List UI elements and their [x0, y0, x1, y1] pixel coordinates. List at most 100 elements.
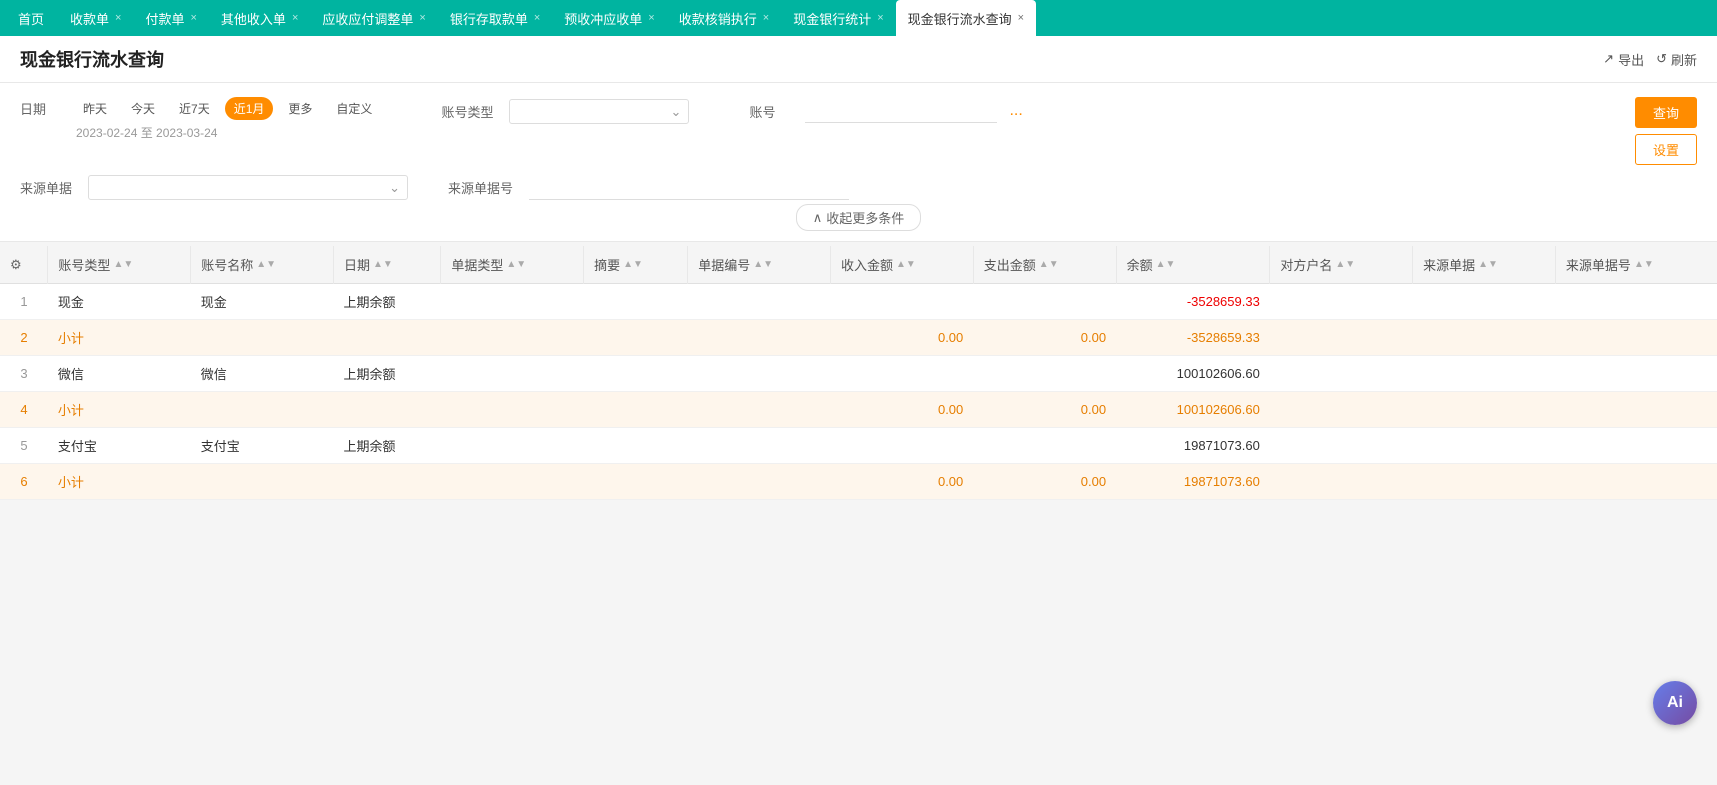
col-header-balance[interactable]: 余额▲▼ — [1116, 246, 1270, 284]
col-header-settings: ⚙ — [0, 246, 48, 284]
cell-date — [334, 464, 441, 500]
col-label-doc_no: 单据编号 — [698, 255, 750, 274]
nav-tab-收款单[interactable]: 收款单× — [58, 0, 133, 36]
col-header-source_doc[interactable]: 来源单据▲▼ — [1413, 246, 1556, 284]
top-navigation: 首页 收款单×付款单×其他收入单×应收应付调整单×银行存取款单×预收冲应收单×收… — [0, 0, 1717, 36]
refresh-icon: ↺ — [1656, 51, 1667, 67]
sort-icon-expense: ▲▼ — [1039, 260, 1059, 270]
tab-close-icon[interactable]: × — [1018, 12, 1024, 24]
cell-expense: 0.00 — [973, 320, 1116, 356]
source-doc-select[interactable] — [88, 175, 408, 200]
table-header: ⚙账号类型▲▼账号名称▲▼日期▲▼单据类型▲▼摘要▲▼单据编号▲▼收入金额▲▼支… — [0, 246, 1717, 284]
cell-source_doc — [1413, 464, 1556, 500]
nav-tab-银行存取款单[interactable]: 银行存取款单× — [438, 0, 552, 36]
date-option-近1月[interactable]: 近1月 — [225, 97, 274, 120]
tab-close-icon[interactable]: × — [648, 12, 654, 24]
nav-tab-应收应付调整单[interactable]: 应收应付调整单× — [310, 0, 437, 36]
cell-doc_type — [441, 392, 584, 428]
account-type-label: 账号类型 — [441, 102, 493, 121]
settings-button[interactable]: 设置 — [1635, 134, 1697, 165]
ai-badge[interactable]: Ai — [1653, 681, 1697, 725]
nav-tab-其他收入单[interactable]: 其他收入单× — [209, 0, 310, 36]
cell-date — [334, 320, 441, 356]
cell-num: 5 — [0, 428, 48, 464]
cell-source_doc_no — [1555, 356, 1717, 392]
cell-expense — [973, 284, 1116, 320]
account-type-select[interactable] — [509, 99, 689, 124]
cell-source_doc — [1413, 284, 1556, 320]
cell-doc_type — [441, 464, 584, 500]
source-doc-label: 来源单据 — [20, 178, 72, 197]
col-header-expense[interactable]: 支出金额▲▼ — [973, 246, 1116, 284]
col-label-date: 日期 — [344, 255, 370, 274]
date-option-近7天[interactable]: 近7天 — [170, 97, 219, 120]
cell-account_type: 现金 — [48, 284, 191, 320]
cell-doc_type — [441, 284, 584, 320]
nav-tab-现金银行统计[interactable]: 现金银行统计× — [781, 0, 895, 36]
date-option-更多[interactable]: 更多 — [279, 97, 321, 120]
tab-close-icon[interactable]: × — [292, 12, 298, 24]
cell-income: 0.00 — [830, 392, 973, 428]
source-doc-no-label: 来源单据号 — [448, 178, 513, 197]
col-label-counterparty: 对方户名 — [1280, 255, 1332, 274]
query-button[interactable]: 查询 — [1635, 97, 1697, 128]
sort-icon-doc_type: ▲▼ — [506, 260, 526, 270]
tab-close-icon[interactable]: × — [419, 12, 425, 24]
cell-account_name: 微信 — [191, 356, 334, 392]
cell-counterparty — [1270, 284, 1413, 320]
table-row: 6小计0.000.0019871073.60 — [0, 464, 1717, 500]
tab-close-icon[interactable]: × — [763, 12, 769, 24]
cell-balance: 19871073.60 — [1116, 464, 1270, 500]
export-button[interactable]: ↗ 导出 — [1603, 50, 1644, 69]
nav-tab-预收冲应收单[interactable]: 预收冲应收单× — [552, 0, 666, 36]
date-option-自定义[interactable]: 自定义 — [327, 97, 381, 120]
cell-summary — [584, 464, 688, 500]
nav-home[interactable]: 首页 — [4, 0, 58, 36]
cell-counterparty — [1270, 392, 1413, 428]
cell-summary — [584, 428, 688, 464]
source-doc-no-input[interactable] — [529, 176, 849, 200]
main-table: ⚙账号类型▲▼账号名称▲▼日期▲▼单据类型▲▼摘要▲▼单据编号▲▼收入金额▲▼支… — [0, 246, 1717, 500]
table-body: 1现金现金上期余额-3528659.332小计0.000.00-3528659.… — [0, 284, 1717, 500]
tab-close-icon[interactable]: × — [877, 12, 883, 24]
account-input[interactable] — [805, 99, 997, 123]
tab-close-icon[interactable]: × — [115, 12, 121, 24]
col-header-doc_no[interactable]: 单据编号▲▼ — [688, 246, 831, 284]
col-label-source_doc: 来源单据 — [1423, 255, 1475, 274]
cell-doc_no — [688, 320, 831, 356]
tab-close-icon[interactable]: × — [190, 12, 196, 24]
table-settings-icon[interactable]: ⚙ — [10, 257, 22, 272]
filter-area: 日期 昨天今天近7天近1月更多自定义 2023-02-24 至 2023-03-… — [0, 83, 1717, 242]
col-header-income[interactable]: 收入金额▲▼ — [830, 246, 973, 284]
collapse-button[interactable]: ∧ 收起更多条件 — [796, 204, 922, 231]
nav-tab-收款核销执行[interactable]: 收款核销执行× — [667, 0, 781, 36]
col-header-doc_type[interactable]: 单据类型▲▼ — [441, 246, 584, 284]
col-header-date[interactable]: 日期▲▼ — [334, 246, 441, 284]
date-option-昨天[interactable]: 昨天 — [74, 97, 116, 120]
cell-source_doc — [1413, 356, 1556, 392]
tab-close-icon[interactable]: × — [534, 12, 540, 24]
account-dots-button[interactable]: ... — [1009, 102, 1022, 120]
cell-account_name: 现金 — [191, 284, 334, 320]
cell-account_name — [191, 320, 334, 356]
date-option-今天[interactable]: 今天 — [122, 97, 164, 120]
col-label-balance: 余额 — [1127, 255, 1153, 274]
col-header-summary[interactable]: 摘要▲▼ — [584, 246, 688, 284]
source-doc-select-wrapper — [88, 175, 408, 200]
col-header-counterparty[interactable]: 对方户名▲▼ — [1270, 246, 1413, 284]
cell-num: 4 — [0, 392, 48, 428]
cell-counterparty — [1270, 320, 1413, 356]
cell-balance: -3528659.33 — [1116, 284, 1270, 320]
refresh-button[interactable]: ↺ 刷新 — [1656, 50, 1697, 69]
nav-tab-现金银行流水查询[interactable]: 现金银行流水查询× — [896, 0, 1036, 36]
cell-doc_no — [688, 428, 831, 464]
col-header-account_name[interactable]: 账号名称▲▼ — [191, 246, 334, 284]
col-header-source_doc_no[interactable]: 来源单据号▲▼ — [1555, 246, 1717, 284]
cell-account_type: 微信 — [48, 356, 191, 392]
nav-tab-付款单[interactable]: 付款单× — [133, 0, 208, 36]
cell-account_type: 小计 — [48, 464, 191, 500]
table-row: 5支付宝支付宝上期余额19871073.60 — [0, 428, 1717, 464]
cell-date — [334, 392, 441, 428]
cell-summary — [584, 392, 688, 428]
col-header-account_type[interactable]: 账号类型▲▼ — [48, 246, 191, 284]
